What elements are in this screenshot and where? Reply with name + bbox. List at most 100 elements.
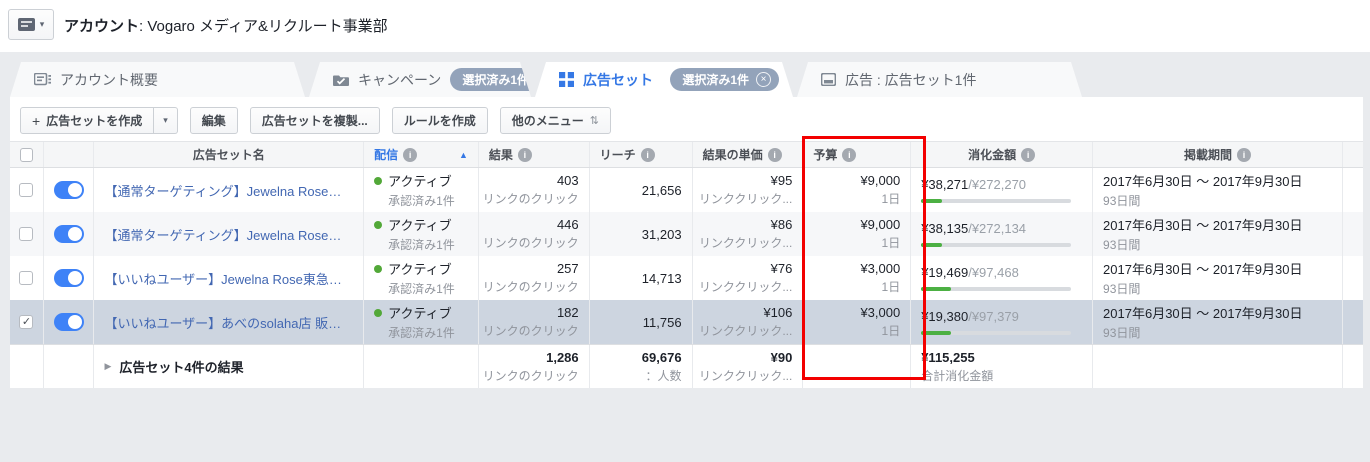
sort-ascending-icon[interactable]: ▲ bbox=[459, 150, 468, 160]
adset-name-link[interactable]: 【いいねユーザー】あべのsolaha店 販売スタッフ bbox=[104, 313, 353, 332]
adset-name-link[interactable]: 【いいねユーザー】Jewelna Rose東急プラザ表... bbox=[104, 269, 353, 288]
account-title: アカウント: Vogaro メディア&リクルート事業部 bbox=[64, 15, 388, 36]
spend-progress-fill bbox=[921, 331, 952, 335]
delivery-status: アクティブ bbox=[388, 306, 452, 321]
schedule-duration: 93日間 bbox=[1103, 194, 1141, 208]
adset-active-toggle[interactable] bbox=[53, 313, 84, 331]
spend-progress-bar bbox=[921, 199, 1072, 203]
edit-label: 編集 bbox=[201, 114, 226, 128]
adsets-table: 広告セット名 配信 i ▲ 結果 i リーチ i 結果の単価 i 予算 i 消化金額 i … bbox=[10, 141, 1363, 388]
total-spent-value: ¥115,255 bbox=[921, 349, 975, 365]
reach-value: 31,203 bbox=[641, 226, 682, 242]
clear-selection-icon[interactable]: × bbox=[756, 72, 771, 87]
schedule-duration: 93日間 bbox=[1103, 326, 1141, 340]
spend-progress-bar bbox=[921, 243, 1072, 247]
delivery-status: アクティブ bbox=[388, 218, 452, 233]
adset-active-toggle[interactable] bbox=[53, 269, 84, 287]
info-icon[interactable]: i bbox=[517, 147, 532, 162]
level-tabs: アカウント概要 キャンペーン 選択済み1件 × 広告セット 選択済み1件 × 広… bbox=[10, 62, 1086, 97]
adset-active-toggle[interactable] bbox=[53, 181, 84, 199]
tab-campaigns[interactable]: キャンペーン 選択済み1件 × bbox=[309, 62, 531, 97]
expand-icon[interactable]: ▶ bbox=[104, 361, 111, 372]
tab-ads[interactable]: 広告 : 広告セット1件 bbox=[797, 62, 1082, 97]
tab-label: キャンペーン bbox=[358, 71, 442, 88]
spent-value: ¥38,135 bbox=[921, 221, 969, 236]
table-row[interactable]: 【通常ターゲティング】Jewelna Rose東急プラ... アクティブ 承認済… bbox=[10, 212, 1363, 256]
delivery-substatus: 承認済み1件 bbox=[388, 238, 455, 252]
budget-value: ¥9,000 bbox=[860, 173, 901, 188]
account-card-icon bbox=[17, 18, 35, 31]
reach-value: 14,713 bbox=[641, 270, 682, 286]
info-icon[interactable]: i bbox=[1237, 147, 1252, 162]
result-value: 446 bbox=[556, 217, 579, 232]
info-icon[interactable]: i bbox=[1021, 147, 1036, 162]
info-icon[interactable]: i bbox=[767, 147, 782, 162]
adset-name-link[interactable]: 【通常ターゲティング】Jewelna Roseあべのsol... bbox=[104, 181, 353, 200]
adset-name-link[interactable]: 【通常ターゲティング】Jewelna Rose東急プラ... bbox=[104, 225, 353, 244]
table-row-selected[interactable]: ✓ 【いいねユーザー】あべのsolaha店 販売スタッフ アクティブ 承認済み1… bbox=[10, 300, 1363, 344]
spent-value: ¥38,271 bbox=[921, 177, 969, 192]
table-row[interactable]: 【通常ターゲティング】Jewelna Roseあべのsol... アクティブ 承… bbox=[10, 168, 1363, 212]
result-label: リンクのクリック bbox=[482, 192, 579, 206]
row-checkbox[interactable] bbox=[19, 227, 34, 241]
row-checkbox-checked[interactable]: ✓ bbox=[19, 315, 34, 329]
schedule-dates: 2017年6月30日 ～ 2017年9月30日 bbox=[1103, 306, 1303, 321]
header-delivery[interactable]: 配信 bbox=[374, 146, 398, 163]
campaign-icon bbox=[333, 73, 349, 87]
tab-adsets[interactable]: 広告セット 選択済み1件 × bbox=[535, 62, 793, 97]
duplicate-adset-button[interactable]: 広告セットを複製... bbox=[249, 107, 380, 134]
cost-value: ¥95 bbox=[770, 173, 793, 188]
result-label: リンクのクリック bbox=[482, 280, 579, 294]
edit-button[interactable]: 編集 bbox=[189, 107, 238, 134]
delivery-substatus: 承認済み1件 bbox=[388, 194, 455, 208]
delivery-substatus: 承認済み1件 bbox=[388, 282, 455, 296]
adsets-panel: + 広告セットを作成 ▾ 編集 広告セットを複製... ルールを作成 他のメニュ… bbox=[10, 97, 1363, 388]
caret-down-icon: ▾ bbox=[163, 115, 168, 125]
tab-account-overview[interactable]: アカウント概要 bbox=[10, 62, 305, 97]
reach-value: 21,656 bbox=[641, 182, 682, 198]
header-budget: 予算 bbox=[813, 148, 838, 162]
budget-period: 1日 bbox=[881, 280, 901, 294]
spent-total: /¥272,270 bbox=[968, 177, 1027, 192]
select-all-checkbox[interactable] bbox=[20, 147, 33, 162]
pill-label: 選択済み1件 bbox=[682, 73, 749, 87]
header-adset-name: 広告セット名 bbox=[192, 148, 265, 162]
cost-value: ¥76 bbox=[770, 261, 793, 276]
pill-label: 選択済み1件 bbox=[462, 73, 529, 87]
spent-total: /¥97,468 bbox=[968, 265, 1019, 280]
create-rule-button[interactable]: ルールを作成 bbox=[391, 107, 488, 134]
more-menu-button[interactable]: 他のメニュー ⇅ bbox=[499, 107, 612, 134]
account-value: : Vogaro メディア&リクルート事業部 bbox=[139, 18, 388, 35]
result-label: リンクのクリック bbox=[482, 324, 579, 338]
info-icon[interactable]: i bbox=[842, 147, 857, 162]
toggle-column-header bbox=[44, 142, 95, 167]
row-checkbox[interactable] bbox=[19, 271, 34, 285]
total-reach-value: 69,676 bbox=[641, 349, 682, 365]
info-icon[interactable]: i bbox=[640, 147, 655, 162]
adset-selected-pill[interactable]: 選択済み1件 × bbox=[670, 68, 779, 91]
header-cost-per-result: 結果の単価 bbox=[702, 148, 763, 162]
account-switcher-button[interactable]: ▾ bbox=[8, 9, 54, 40]
result-value: 257 bbox=[556, 261, 579, 276]
account-label: アカウント bbox=[64, 18, 140, 35]
create-adset-button[interactable]: + 広告セットを作成 bbox=[20, 107, 155, 134]
schedule-dates: 2017年6月30日 ～ 2017年9月30日 bbox=[1103, 262, 1303, 277]
row-checkbox[interactable] bbox=[19, 183, 34, 197]
cost-label: リンククリック... bbox=[698, 280, 793, 294]
cost-value: ¥106 bbox=[763, 305, 793, 320]
total-spent-label: 合計消化金額 bbox=[921, 368, 994, 383]
more-menu-label: 他のメニュー bbox=[511, 114, 584, 128]
active-status-dot bbox=[374, 220, 383, 229]
tab-label: アカウント概要 bbox=[60, 71, 158, 88]
header-schedule: 掲載期間 bbox=[1184, 148, 1233, 162]
cost-label: リンククリック... bbox=[698, 192, 793, 206]
info-icon[interactable]: i bbox=[403, 147, 418, 162]
create-adset-dropdown-button[interactable]: ▾ bbox=[154, 107, 178, 134]
table-row[interactable]: 【いいねユーザー】Jewelna Rose東急プラザ表... アクティブ 承認済… bbox=[10, 256, 1363, 300]
adset-active-toggle[interactable] bbox=[53, 225, 84, 243]
total-cost-label: リンククリック... bbox=[698, 368, 793, 383]
spend-progress-fill bbox=[921, 243, 943, 247]
cost-value: ¥86 bbox=[770, 217, 793, 232]
result-label: リンクのクリック bbox=[482, 236, 579, 250]
total-reach-label: ：人数 bbox=[645, 368, 682, 383]
